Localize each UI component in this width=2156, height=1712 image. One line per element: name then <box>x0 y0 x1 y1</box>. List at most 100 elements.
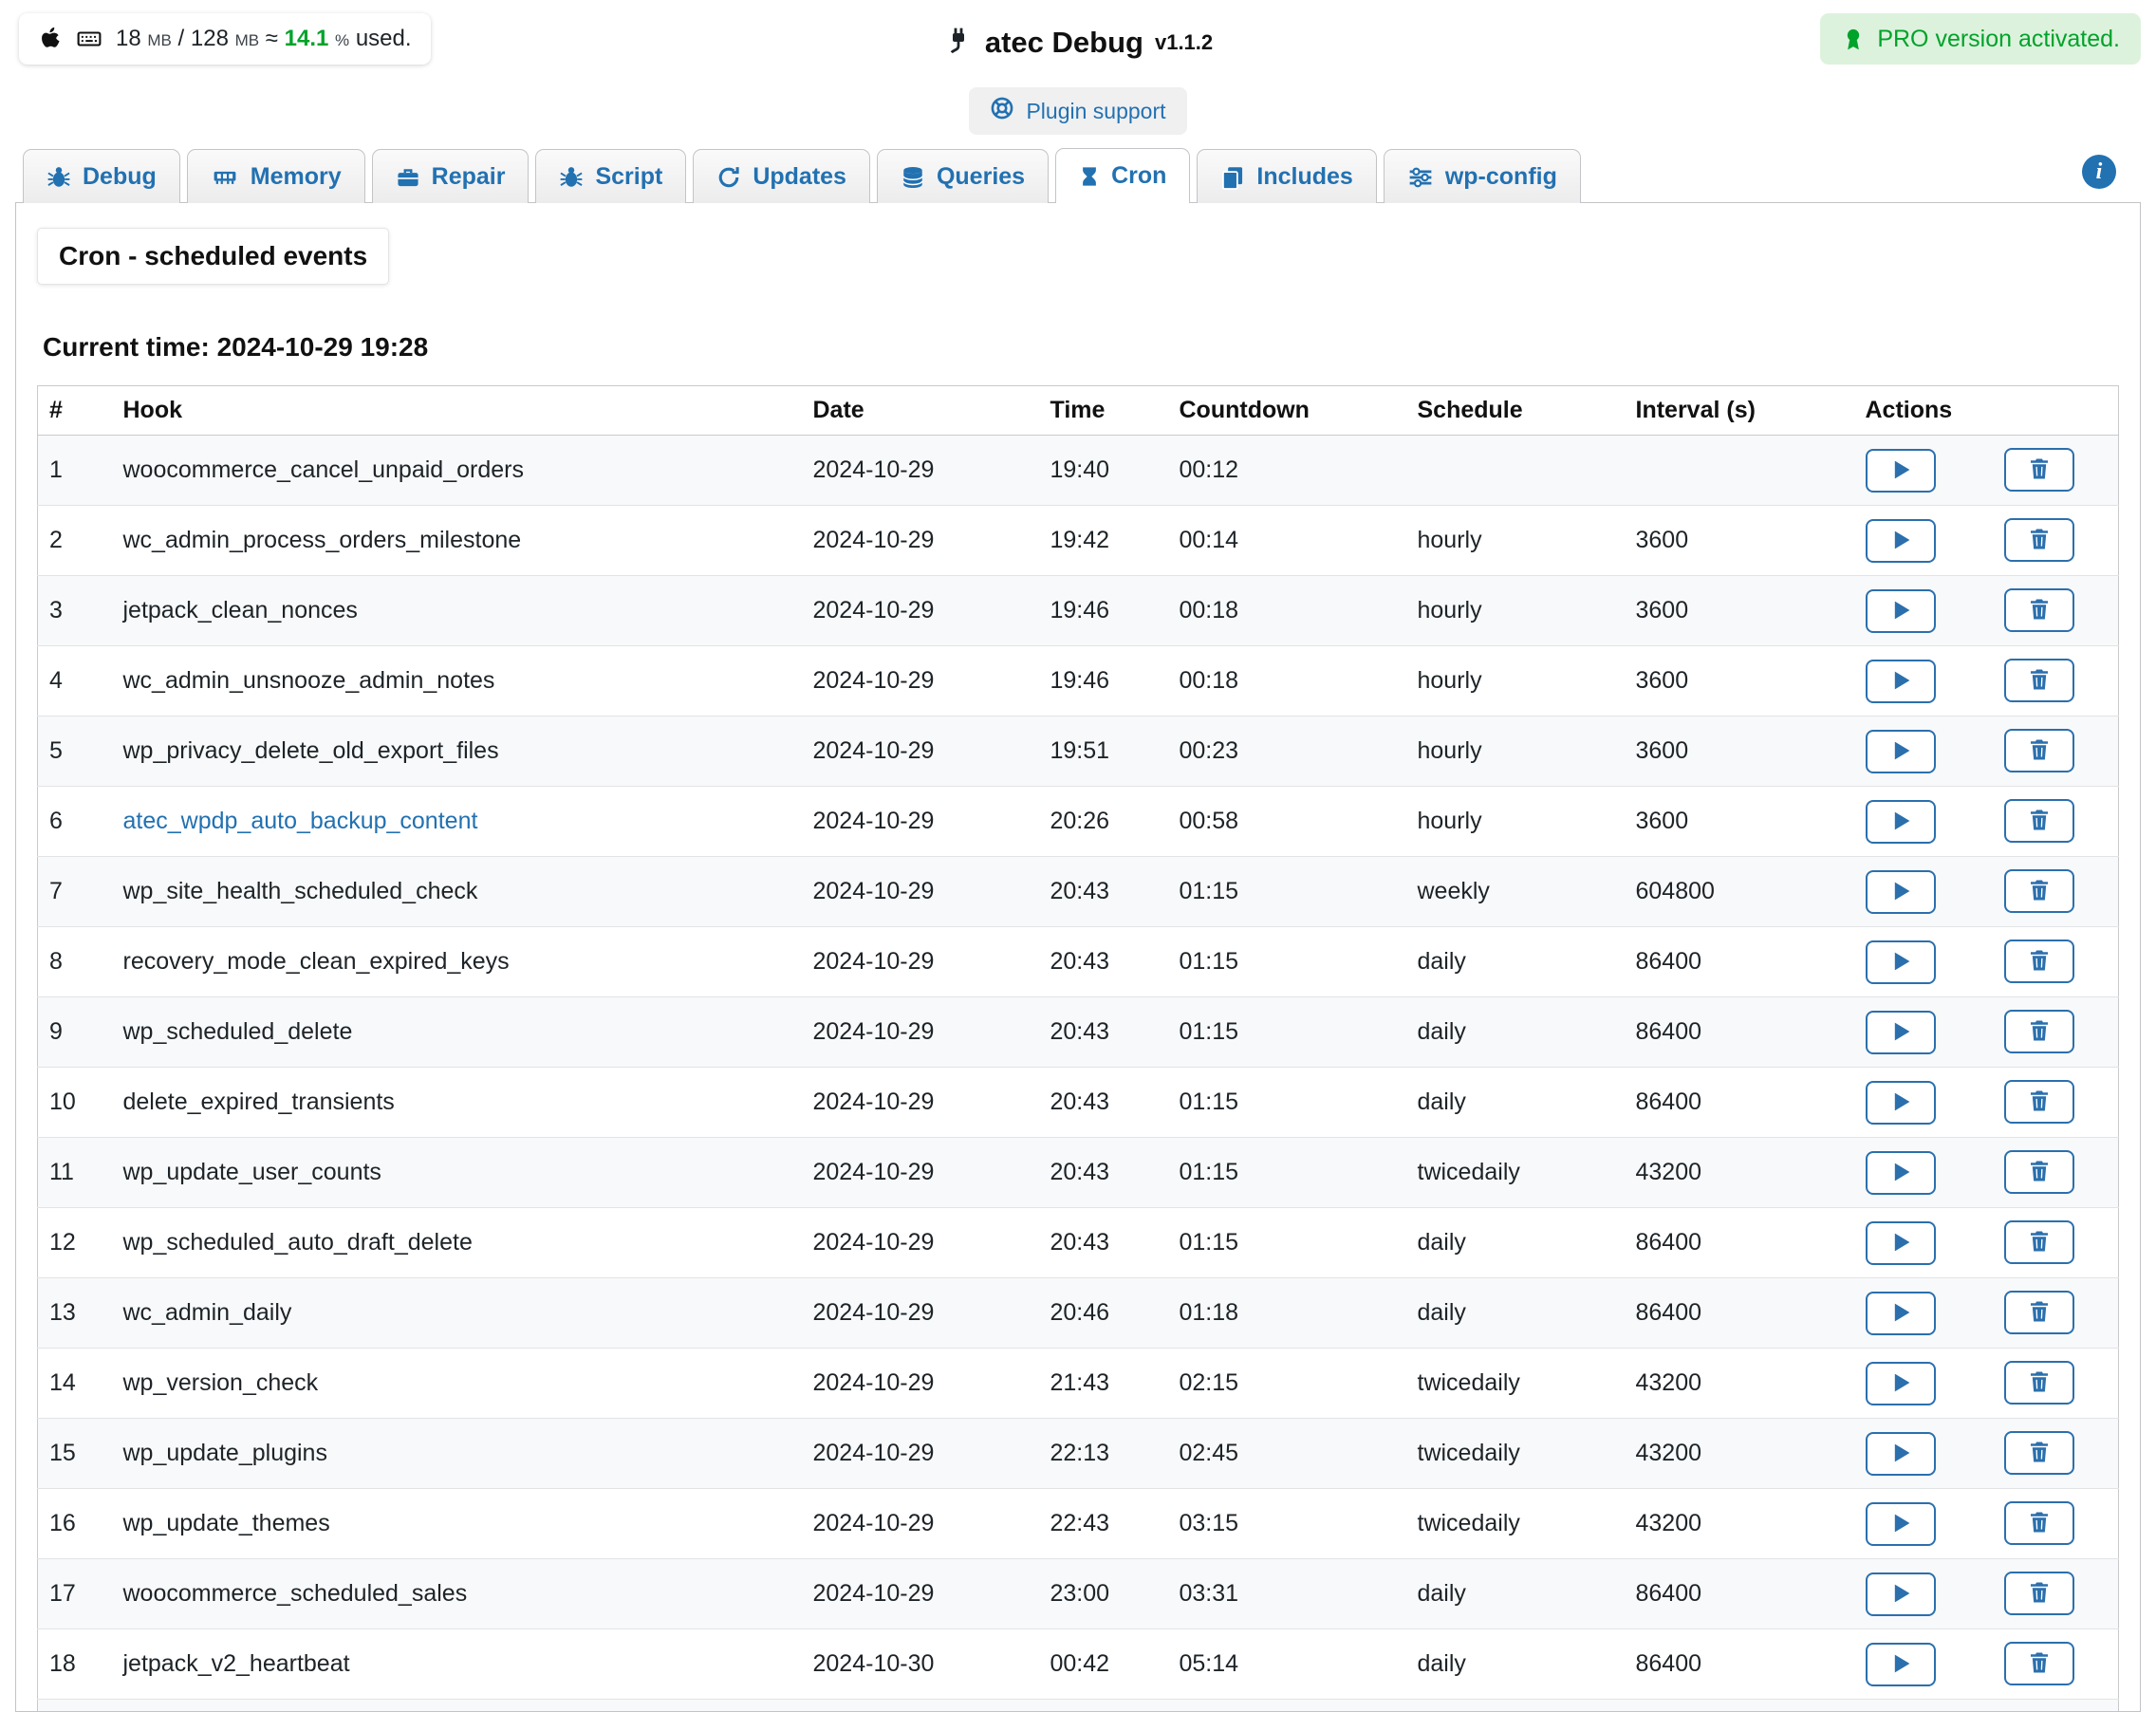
app-version: v1.1.2 <box>1155 30 1213 55</box>
tab-debug[interactable]: Debug <box>23 149 180 203</box>
play-icon <box>1888 1581 1913 1609</box>
run-now-button[interactable] <box>1866 940 1936 984</box>
tab-wp-config[interactable]: wp-config <box>1384 149 1581 203</box>
hook-name: wp_scheduled_delete <box>123 1018 353 1045</box>
run-now-button[interactable] <box>1866 589 1936 633</box>
row-countdown: 00:58 <box>1168 787 1406 857</box>
row-time: 22:43 <box>1039 1489 1168 1559</box>
run-now-button[interactable] <box>1866 1221 1936 1265</box>
row-schedule: daily <box>1406 1700 1625 1712</box>
run-now-button[interactable] <box>1866 449 1936 493</box>
delete-event-button[interactable] <box>2004 1010 2074 1053</box>
delete-event-button[interactable] <box>2004 659 2074 702</box>
delete-event-button[interactable] <box>2004 1431 2074 1475</box>
column-header: Time <box>1039 386 1168 436</box>
run-now-button[interactable] <box>1866 1643 1936 1686</box>
delete-event-button[interactable] <box>2004 1361 2074 1405</box>
row-schedule <box>1406 436 1625 506</box>
delete-event-button[interactable] <box>2004 1642 2074 1685</box>
row-hook-cell: delete_expired_transients <box>112 1068 802 1138</box>
row-number: 18 <box>38 1629 112 1700</box>
run-now-button[interactable] <box>1866 1081 1936 1125</box>
run-now-button[interactable] <box>1866 730 1936 773</box>
trash-icon <box>2028 736 2051 766</box>
row-time: 23:00 <box>1039 1559 1168 1629</box>
delete-event-button[interactable] <box>2004 940 2074 983</box>
run-now-button[interactable] <box>1866 1362 1936 1405</box>
delete-event-button[interactable] <box>2004 1501 2074 1545</box>
row-time: 20:43 <box>1039 927 1168 997</box>
row-interval <box>1625 436 1854 506</box>
row-countdown: 00:18 <box>1168 576 1406 646</box>
play-icon <box>1888 1370 1913 1398</box>
row-actions <box>1854 646 2119 716</box>
hook-link[interactable]: atec_wpdp_auto_backup_content <box>123 808 478 834</box>
tab-memory[interactable]: Memory <box>187 149 365 203</box>
delete-event-button[interactable] <box>2004 588 2074 632</box>
row-interval: 43200 <box>1625 1138 1854 1208</box>
run-now-button[interactable] <box>1866 1292 1936 1335</box>
row-number: 10 <box>38 1068 112 1138</box>
delete-event-button[interactable] <box>2004 1080 2074 1124</box>
run-now-button[interactable] <box>1866 800 1936 844</box>
tab-label: wp-config <box>1445 163 1557 191</box>
row-interval: 3600 <box>1625 576 1854 646</box>
delete-event-button[interactable] <box>2004 448 2074 492</box>
row-time: 19:42 <box>1039 506 1168 576</box>
row-number: 19 <box>38 1700 112 1712</box>
row-date: 2024-10-29 <box>802 646 1039 716</box>
delete-event-button[interactable] <box>2004 869 2074 913</box>
tab-updates[interactable]: Updates <box>693 149 870 203</box>
row-interval: 3600 <box>1625 787 1854 857</box>
page-title: Cron - scheduled events <box>37 228 389 285</box>
trash-icon <box>2028 1649 2051 1679</box>
tab-label: Cron <box>1111 162 1166 190</box>
row-number: 15 <box>38 1419 112 1489</box>
run-now-button[interactable] <box>1866 1011 1936 1054</box>
row-interval: 86400 <box>1625 997 1854 1068</box>
tab-cron[interactable]: Cron <box>1055 148 1190 203</box>
column-header: Actions <box>1854 386 2119 436</box>
run-now-button[interactable] <box>1866 1502 1936 1546</box>
row-interval: 43200 <box>1625 1419 1854 1489</box>
delete-event-button[interactable] <box>2004 729 2074 772</box>
row-actions <box>1854 787 2119 857</box>
row-countdown: 01:15 <box>1168 1208 1406 1278</box>
run-now-button[interactable] <box>1866 870 1936 914</box>
row-interval: 43200 <box>1625 1349 1854 1419</box>
tab-includes[interactable]: Includes <box>1197 149 1376 203</box>
tab-script[interactable]: Script <box>535 149 686 203</box>
row-countdown: 05:14 <box>1168 1629 1406 1700</box>
tab-queries[interactable]: Queries <box>877 149 1049 203</box>
row-actions <box>1854 1700 2119 1712</box>
row-actions <box>1854 1419 2119 1489</box>
delete-event-button[interactable] <box>2004 1220 2074 1264</box>
run-now-button[interactable] <box>1866 1151 1936 1195</box>
tab-repair[interactable]: Repair <box>372 149 530 203</box>
trash-icon <box>2028 807 2051 836</box>
delete-event-button[interactable] <box>2004 1150 2074 1194</box>
run-now-button[interactable] <box>1866 1432 1936 1476</box>
column-header: Interval (s) <box>1625 386 1854 436</box>
run-now-button[interactable] <box>1866 519 1936 563</box>
delete-event-button[interactable] <box>2004 518 2074 562</box>
delete-event-button[interactable] <box>2004 799 2074 843</box>
row-date: 2024-10-29 <box>802 1208 1039 1278</box>
delete-event-button[interactable] <box>2004 1291 2074 1334</box>
row-date: 2024-10-29 <box>802 1349 1039 1419</box>
row-number: 16 <box>38 1489 112 1559</box>
table-row: 3jetpack_clean_nonces2024-10-2919:4600:1… <box>38 576 2119 646</box>
run-now-button[interactable] <box>1866 660 1936 703</box>
row-countdown: 02:45 <box>1168 1419 1406 1489</box>
row-hook-cell: jetpack_v2_heartbeat <box>112 1629 802 1700</box>
plugin-support-button[interactable]: Plugin support <box>969 87 1186 135</box>
row-date: 2024-10-29 <box>802 1419 1039 1489</box>
pro-version-label: PRO version activated. <box>1877 26 2120 53</box>
info-button[interactable]: i <box>2082 155 2116 189</box>
delete-event-button[interactable] <box>2004 1572 2074 1615</box>
hourglass-icon <box>1079 164 1100 189</box>
row-date: 2024-10-29 <box>802 576 1039 646</box>
run-now-button[interactable] <box>1866 1572 1936 1616</box>
row-date: 2024-10-29 <box>802 997 1039 1068</box>
tab-label: Updates <box>753 163 846 191</box>
